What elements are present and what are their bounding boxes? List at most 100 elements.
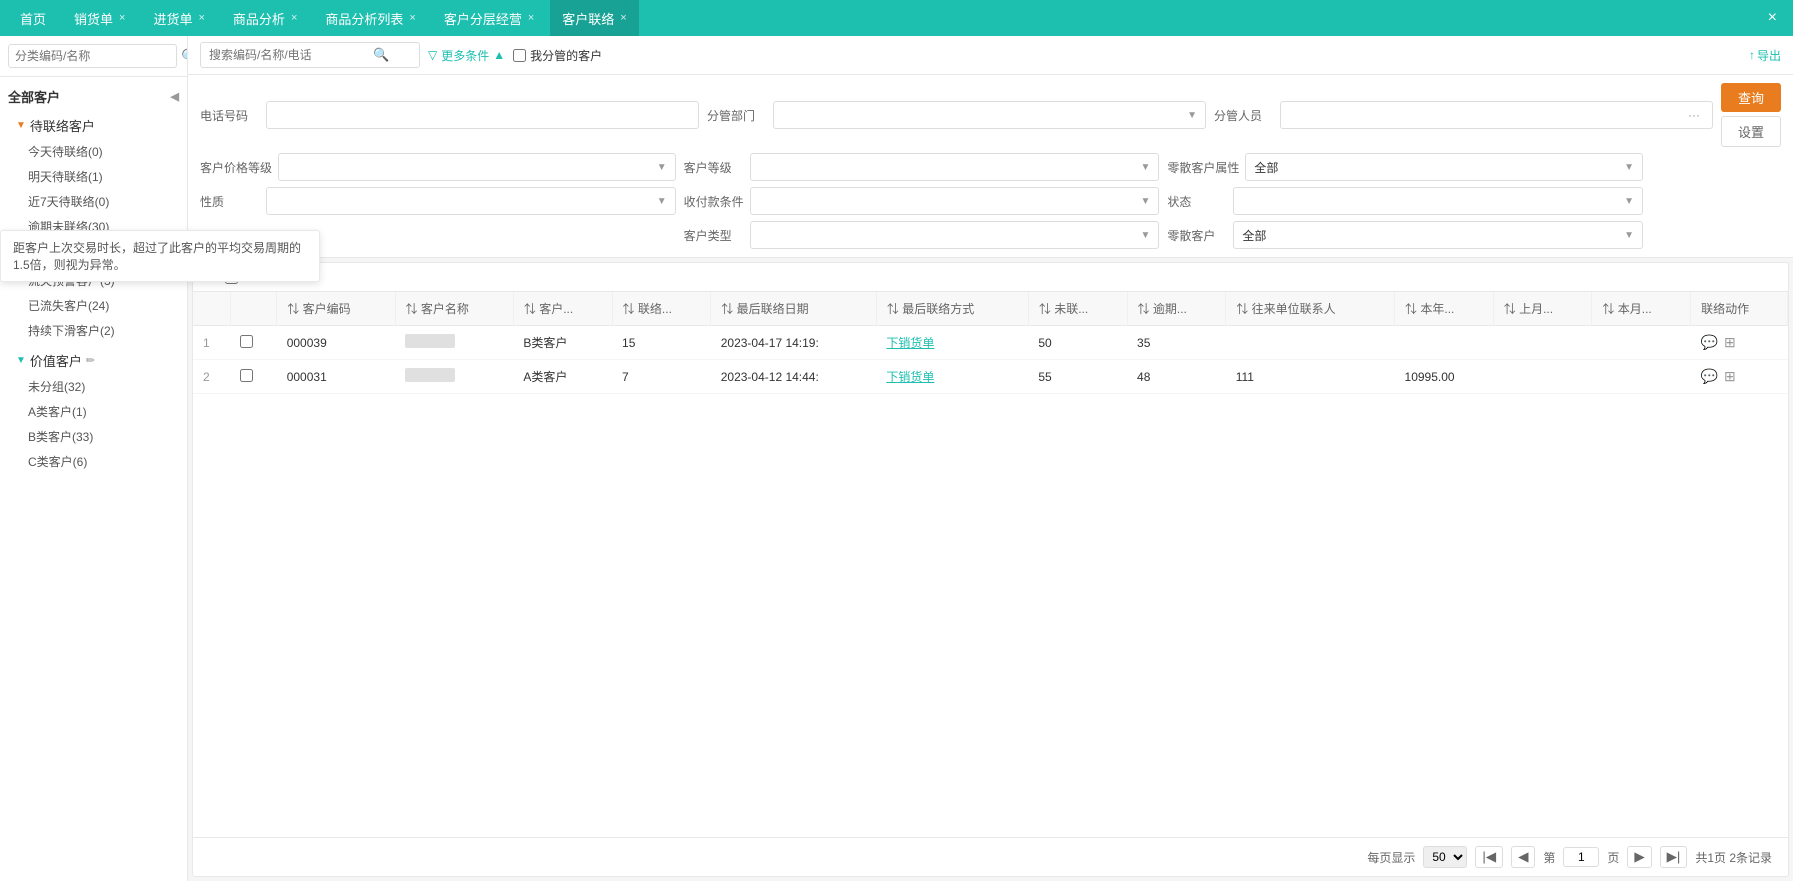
nav-sales[interactable]: 销货单 × bbox=[62, 0, 137, 36]
sort-code-icon[interactable]: ⇅ bbox=[287, 302, 299, 316]
last-method-link[interactable]: 下销货单 bbox=[886, 336, 934, 350]
last-method-link[interactable]: 下销货单 bbox=[886, 370, 934, 384]
sidebar-search-icon[interactable]: 🔍 bbox=[181, 48, 188, 65]
export-label: 导出 bbox=[1757, 47, 1781, 64]
cell-this-year bbox=[1395, 326, 1494, 360]
row-checkbox[interactable] bbox=[240, 335, 253, 348]
cell-checkbox[interactable] bbox=[230, 326, 276, 360]
price-grade-select[interactable]: ▼ bbox=[278, 153, 676, 181]
next-page-button[interactable]: ▶ bbox=[1627, 846, 1651, 868]
sort-cp-icon[interactable]: ⇅ bbox=[1236, 302, 1248, 316]
more-conditions-btn[interactable]: ▽ 更多条件 ▲ bbox=[428, 47, 505, 64]
sidebar-item-a-class[interactable]: A类客户(1) bbox=[8, 399, 187, 424]
sidebar-item-b-class[interactable]: B类客户(33) bbox=[8, 424, 187, 449]
retail-customer-select[interactable]: 全部 ▼ bbox=[1233, 221, 1643, 249]
close-customer-contact-icon[interactable]: × bbox=[620, 12, 626, 24]
filter-row-3: 性质 ▼ 收付款条件 ▼ 状态 ▼ bbox=[200, 187, 1781, 215]
person-label: 分管人员 bbox=[1214, 107, 1274, 124]
pending-group-header[interactable]: ▼ 待联络客户 bbox=[8, 112, 187, 139]
sidebar-item-churned[interactable]: 已流失客户(24) bbox=[8, 293, 179, 318]
sort-overdue-icon[interactable]: ⇅ bbox=[1138, 302, 1150, 316]
prev-page-button[interactable]: ◀ bbox=[1511, 846, 1535, 868]
sidebar-item-ungroup[interactable]: 未分组(32) bbox=[8, 374, 187, 399]
sort-lm-icon[interactable]: ⇅ bbox=[1504, 302, 1516, 316]
sidebar-item-7days[interactable]: 近7天待联络(0) bbox=[8, 189, 187, 214]
phone-field: 电话号码 bbox=[200, 101, 699, 129]
filter-buttons: 查询 设置 bbox=[1721, 83, 1781, 147]
sort-method-icon[interactable]: ⇅ bbox=[887, 302, 899, 316]
cell-contact-person: 111 bbox=[1226, 360, 1395, 394]
sidebar-item-tomorrow[interactable]: 明天待联络(1) bbox=[8, 164, 187, 189]
retail-attr-dropdown-icon: ▼ bbox=[1624, 162, 1634, 173]
sort-tm-icon[interactable]: ⇅ bbox=[1602, 302, 1614, 316]
payment-select[interactable]: ▼ bbox=[750, 187, 1160, 215]
grid-icon[interactable]: ⊞ bbox=[1724, 368, 1736, 385]
nav-customer-mgmt[interactable]: 客户分层经营 × bbox=[432, 0, 546, 36]
cell-last-method: 下销货单 bbox=[876, 326, 1028, 360]
window-close-icon[interactable]: × bbox=[1760, 9, 1785, 27]
my-customers-label: 我分管的客户 bbox=[530, 47, 602, 64]
edit-icon[interactable]: ✏ bbox=[86, 354, 95, 367]
sidebar-search-input[interactable] bbox=[8, 44, 177, 68]
gender-select[interactable]: ▼ bbox=[266, 187, 676, 215]
filter-search-input[interactable] bbox=[209, 48, 369, 62]
status-select[interactable]: ▼ bbox=[1233, 187, 1643, 215]
all-customers-header[interactable]: 全部客户 ◀ bbox=[0, 81, 187, 112]
sidebar-item-declining[interactable]: 持续下滑客户(2) bbox=[8, 318, 179, 343]
cell-contact: 7 bbox=[612, 360, 711, 394]
person-select[interactable]: ··· bbox=[1280, 101, 1713, 129]
nav-analysis-list[interactable]: 商品分析列表 × bbox=[313, 0, 427, 36]
cell-overdue: 48 bbox=[1127, 360, 1226, 394]
value-customer-arrow-icon: ▼ bbox=[16, 355, 26, 366]
cell-this-month bbox=[1592, 360, 1691, 394]
close-customer-mgmt-icon[interactable]: × bbox=[528, 12, 534, 24]
chat-icon[interactable]: 💬 bbox=[1701, 368, 1718, 385]
sidebar: 🔍 全部客户 ◀ ▼ 待联络客户 今天待联络(0) 明天待联络(1) 近7天待联… bbox=[0, 36, 188, 881]
cell-checkbox[interactable] bbox=[230, 360, 276, 394]
filter-icon: ▽ bbox=[428, 48, 437, 62]
sort-name-icon[interactable]: ⇅ bbox=[406, 302, 418, 316]
chat-icon[interactable]: 💬 bbox=[1701, 334, 1718, 351]
cell-num: 1 bbox=[193, 326, 230, 360]
filter-search-icon[interactable]: 🔍 bbox=[373, 47, 389, 63]
close-sales-icon[interactable]: × bbox=[119, 12, 125, 24]
page-unit: 页 bbox=[1607, 849, 1619, 866]
sidebar-item-today[interactable]: 今天待联络(0) bbox=[8, 139, 187, 164]
settings-button[interactable]: 设置 bbox=[1721, 116, 1781, 147]
phone-input[interactable] bbox=[266, 101, 699, 129]
customer-type-select[interactable]: ▼ bbox=[750, 221, 1160, 249]
retail-attr-select[interactable]: 全部 ▼ bbox=[1245, 153, 1643, 181]
nav-customer-contact[interactable]: 客户联络 × bbox=[550, 0, 638, 36]
page-input[interactable] bbox=[1563, 847, 1599, 867]
grid-icon[interactable]: ⊞ bbox=[1724, 334, 1736, 351]
first-page-button[interactable]: |◀ bbox=[1475, 846, 1503, 868]
sort-date-icon[interactable]: ⇅ bbox=[721, 302, 733, 316]
table-area: ⚙ ⇅ 客户编码 ⇅ 客户名称 ⇅ 客户... ⇅ 联络... ⇅ 最后联络日期 bbox=[192, 262, 1789, 877]
sort-year-icon[interactable]: ⇅ bbox=[1405, 302, 1417, 316]
per-page-select[interactable]: 50 bbox=[1423, 846, 1467, 868]
close-analysis-list-icon[interactable]: × bbox=[409, 12, 415, 24]
sort-grade-icon[interactable]: ⇅ bbox=[524, 302, 536, 316]
close-analysis-icon[interactable]: × bbox=[291, 12, 297, 24]
last-page-button[interactable]: ▶| bbox=[1660, 846, 1688, 868]
sort-pending-icon[interactable]: ⇅ bbox=[1039, 302, 1051, 316]
cell-last-month bbox=[1493, 360, 1592, 394]
th-this-month: ⇅ 本月... bbox=[1592, 292, 1691, 326]
my-customers-checkbox[interactable] bbox=[513, 49, 526, 62]
nav-home[interactable]: 首页 bbox=[8, 0, 58, 36]
dept-select[interactable]: ▼ bbox=[773, 101, 1206, 129]
sidebar-item-c-class[interactable]: C类客户(6) bbox=[8, 449, 187, 474]
pending-group: ▼ 待联络客户 今天待联络(0) 明天待联络(1) 近7天待联络(0) 逾期未联… bbox=[0, 112, 187, 239]
close-purchase-icon[interactable]: × bbox=[198, 12, 204, 24]
row-checkbox[interactable] bbox=[240, 369, 253, 382]
sort-contact-icon[interactable]: ⇅ bbox=[623, 302, 635, 316]
table-container[interactable]: ⇅ 客户编码 ⇅ 客户名称 ⇅ 客户... ⇅ 联络... ⇅ 最后联络日期 ⇅… bbox=[193, 292, 1788, 837]
export-button[interactable]: ↑ 导出 bbox=[1749, 47, 1781, 64]
th-checkbox bbox=[230, 292, 276, 326]
query-button[interactable]: 查询 bbox=[1721, 83, 1781, 112]
nav-analysis[interactable]: 商品分析 × bbox=[221, 0, 309, 36]
value-customer-header[interactable]: ▼ 价值客户 ✏ bbox=[8, 347, 187, 374]
nav-purchase[interactable]: 进货单 × bbox=[141, 0, 216, 36]
customer-grade-select[interactable]: ▼ bbox=[750, 153, 1160, 181]
cell-grade: B类客户 bbox=[513, 326, 612, 360]
